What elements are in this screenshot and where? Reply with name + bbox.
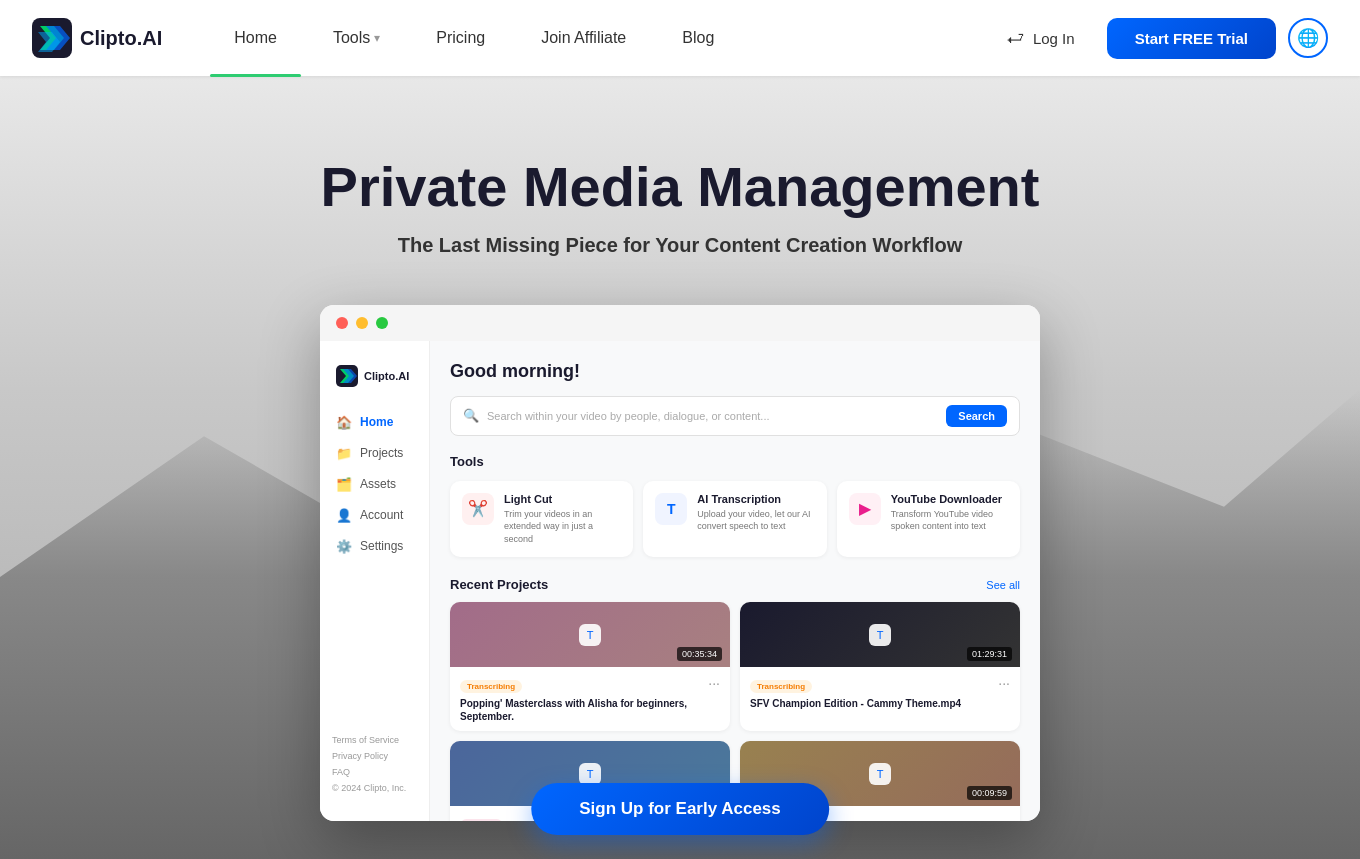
project-thumb-1: T 01:29:31 bbox=[740, 602, 1020, 667]
search-bar: 🔍 Search within your video by people, di… bbox=[450, 396, 1020, 436]
app-greeting: Good morning! bbox=[450, 361, 1020, 382]
login-button[interactable]: ⮐ Log In bbox=[987, 18, 1095, 59]
copyright: © 2024 Clipto, Inc. bbox=[332, 780, 417, 796]
home-icon: 🏠 bbox=[336, 415, 352, 430]
recent-projects-see-all[interactable]: See all bbox=[986, 579, 1020, 591]
sidebar-logo-icon bbox=[336, 365, 358, 387]
nav-link-home[interactable]: Home bbox=[210, 21, 301, 55]
transcription-icon: T bbox=[655, 493, 687, 525]
project-menu-3[interactable]: ··· bbox=[998, 814, 1010, 820]
lightcut-icon: ✂️ bbox=[462, 493, 494, 525]
signup-button[interactable]: Sign Up for Early Access bbox=[531, 783, 829, 835]
nav-link-affiliate[interactable]: Join Affiliate bbox=[517, 21, 650, 55]
projects-icon: 📁 bbox=[336, 446, 352, 461]
lightcut-desc: Trim your videos in an extended way in j… bbox=[504, 508, 621, 546]
logo-text: Clipto.AI bbox=[80, 27, 162, 50]
sidebar-item-projects[interactable]: 📁 Projects bbox=[320, 438, 429, 469]
titlebar-close-dot bbox=[336, 317, 348, 329]
project-thumb-0: T 00:35:34 bbox=[450, 602, 730, 667]
transcription-desc: Upload your video, let our AI convert sp… bbox=[697, 508, 814, 533]
login-icon: ⮐ bbox=[1007, 28, 1025, 49]
recent-projects-header: Recent Projects See all bbox=[450, 577, 1020, 592]
project-thumb-icon-3: T bbox=[869, 763, 891, 785]
nav-link-pricing[interactable]: Pricing bbox=[412, 21, 509, 55]
app-main: Good morning! 🔍 Search within your video… bbox=[430, 341, 1040, 821]
project-badge-2: Waiting bbox=[460, 819, 503, 820]
project-card-0[interactable]: T 00:35:34 Transcribing Popping' Masterc… bbox=[450, 602, 730, 731]
tool-card-transcription[interactable]: T AI Transcription Upload your video, le… bbox=[643, 481, 826, 558]
tools-section-title: Tools bbox=[450, 454, 1020, 469]
project-menu-1[interactable]: ··· bbox=[998, 675, 1010, 691]
nav-logo[interactable]: Clipto.AI bbox=[32, 18, 162, 58]
assets-icon: 🗂️ bbox=[336, 477, 352, 492]
project-badge-0: Transcribing bbox=[460, 680, 522, 693]
project-card-1[interactable]: T 01:29:31 Transcribing SFV Champion Edi… bbox=[740, 602, 1020, 731]
youtube-name: YouTube Downloader bbox=[891, 493, 1008, 505]
project-duration-1: 01:29:31 bbox=[967, 647, 1012, 661]
lightcut-name: Light Cut bbox=[504, 493, 621, 505]
sidebar-footer: Terms of Service Privacy Policy FAQ © 20… bbox=[320, 724, 429, 805]
search-button[interactable]: Search bbox=[946, 405, 1007, 427]
hero-subtitle: The Last Missing Piece for Your Content … bbox=[398, 234, 963, 257]
tools-chevron-icon: ▾ bbox=[374, 31, 380, 45]
project-duration-3: 00:09:59 bbox=[967, 786, 1012, 800]
recent-projects-title: Recent Projects bbox=[450, 577, 548, 592]
terms-link[interactable]: Terms of Service bbox=[332, 732, 417, 748]
logo-icon bbox=[32, 18, 72, 58]
titlebar-minimize-dot bbox=[356, 317, 368, 329]
settings-icon: ⚙️ bbox=[336, 539, 352, 554]
project-thumb-icon-2: T bbox=[579, 763, 601, 785]
hero-section: Private Media Management The Last Missin… bbox=[0, 76, 1360, 859]
sidebar-item-account[interactable]: 👤 Account bbox=[320, 500, 429, 531]
sidebar-item-home[interactable]: 🏠 Home bbox=[320, 407, 429, 438]
search-input[interactable]: Search within your video by people, dial… bbox=[487, 410, 938, 422]
project-thumb-icon-0: T bbox=[579, 624, 601, 646]
nav-links: Home Tools ▾ Pricing Join Affiliate Blog bbox=[210, 21, 987, 55]
project-thumb-icon-1: T bbox=[869, 624, 891, 646]
youtube-desc: Transform YouTube video spoken content i… bbox=[891, 508, 1008, 533]
sidebar-item-assets[interactable]: 🗂️ Assets bbox=[320, 469, 429, 500]
transcription-name: AI Transcription bbox=[697, 493, 814, 505]
project-badge-1: Transcribing bbox=[750, 680, 812, 693]
privacy-link[interactable]: Privacy Policy bbox=[332, 748, 417, 764]
project-name-1: SFV Champion Edition - Cammy Theme.mp4 bbox=[750, 697, 961, 710]
globe-button[interactable]: 🌐 bbox=[1288, 18, 1328, 58]
nav-link-blog[interactable]: Blog bbox=[658, 21, 738, 55]
sidebar-item-settings[interactable]: ⚙️ Settings bbox=[320, 531, 429, 562]
app-titlebar bbox=[320, 305, 1040, 341]
hero-title: Private Media Management bbox=[321, 156, 1040, 218]
app-body: Clipto.AI 🏠 Home 📁 Projects 🗂️ Assets 👤 … bbox=[320, 341, 1040, 821]
app-screenshot: Clipto.AI 🏠 Home 📁 Projects 🗂️ Assets 👤 … bbox=[320, 305, 1040, 821]
sidebar-logo: Clipto.AI bbox=[320, 357, 429, 395]
faq-link[interactable]: FAQ bbox=[332, 764, 417, 780]
sidebar-logo-text: Clipto.AI bbox=[364, 370, 409, 382]
tool-card-youtube[interactable]: ▶ YouTube Downloader Transform YouTube v… bbox=[837, 481, 1020, 558]
youtube-icon: ▶ bbox=[849, 493, 881, 525]
search-icon: 🔍 bbox=[463, 408, 479, 423]
nav-link-tools[interactable]: Tools ▾ bbox=[309, 21, 404, 55]
tool-card-lightcut[interactable]: ✂️ Light Cut Trim your videos in an exte… bbox=[450, 481, 633, 558]
project-menu-0[interactable]: ··· bbox=[708, 675, 720, 691]
navbar: Clipto.AI Home Tools ▾ Pricing Join Affi… bbox=[0, 0, 1360, 76]
project-duration-0: 00:35:34 bbox=[677, 647, 722, 661]
app-sidebar: Clipto.AI 🏠 Home 📁 Projects 🗂️ Assets 👤 … bbox=[320, 341, 430, 821]
nav-right: ⮐ Log In Start FREE Trial 🌐 bbox=[987, 18, 1328, 59]
tools-grid: ✂️ Light Cut Trim your videos in an exte… bbox=[450, 481, 1020, 558]
titlebar-maximize-dot bbox=[376, 317, 388, 329]
project-name-0: Popping' Masterclass with Alisha for beg… bbox=[460, 697, 708, 723]
globe-icon: 🌐 bbox=[1297, 27, 1319, 49]
trial-button[interactable]: Start FREE Trial bbox=[1107, 18, 1276, 59]
signup-banner: Sign Up for Early Access bbox=[531, 783, 829, 835]
account-icon: 👤 bbox=[336, 508, 352, 523]
